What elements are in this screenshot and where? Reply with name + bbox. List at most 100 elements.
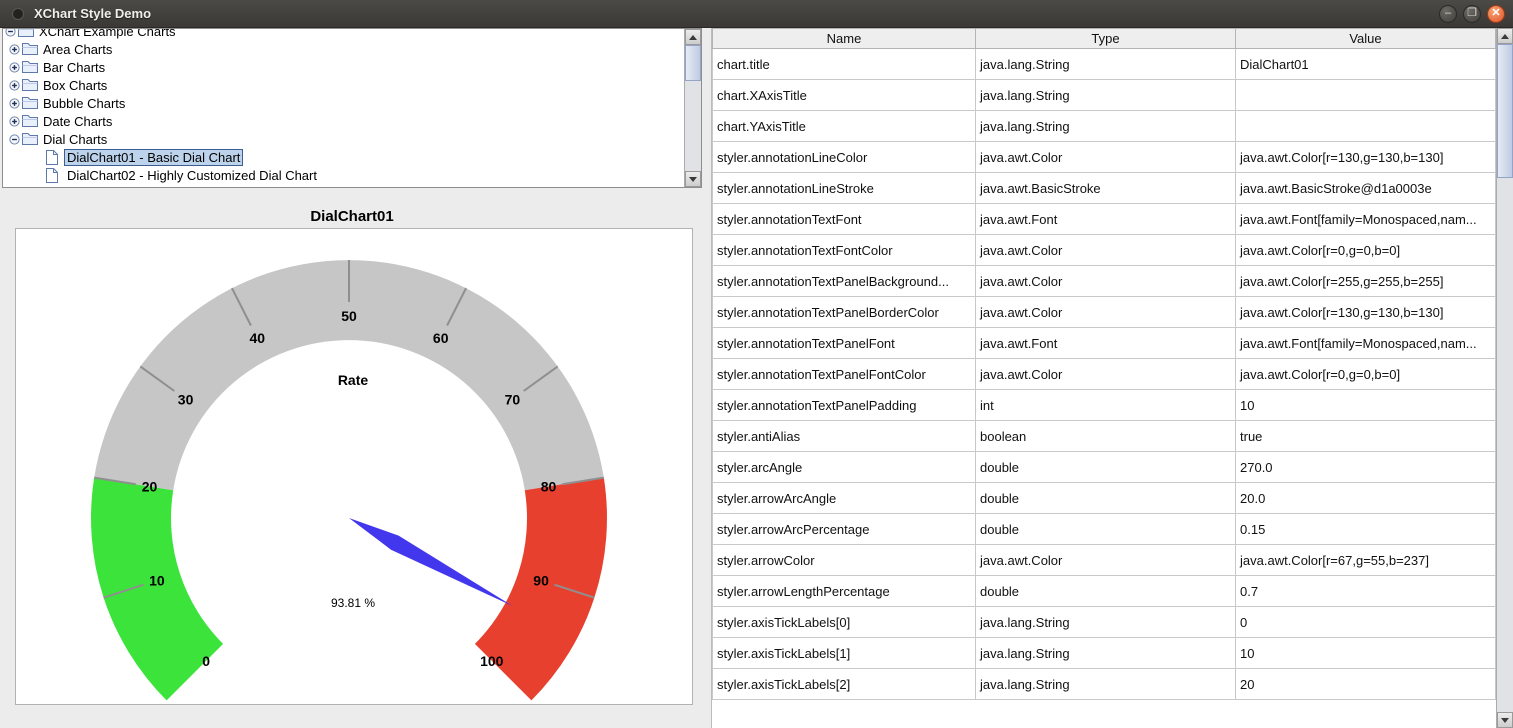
tree-item[interactable]: Bar Charts — [3, 58, 684, 76]
scroll-down-button[interactable] — [1497, 712, 1513, 728]
tree-scrollbar[interactable] — [684, 29, 701, 187]
tree-item[interactable]: XChart Example Charts — [3, 29, 684, 40]
cell-value[interactable]: java.awt.Color[r=255,g=255,b=255] — [1235, 265, 1496, 297]
tree-item[interactable]: DialChart02 - Highly Customized Dial Cha… — [3, 166, 684, 184]
column-header[interactable]: Value — [1235, 28, 1496, 49]
cell-name: styler.annotationTextPanelBackground... — [712, 265, 976, 297]
minimize-button[interactable]: – — [1439, 4, 1457, 23]
cell-value[interactable]: java.awt.Color[r=0,g=0,b=0] — [1235, 358, 1496, 390]
cell-name: styler.antiAlias — [712, 420, 976, 452]
cell-value[interactable] — [1235, 79, 1496, 111]
titlebar[interactable]: XChart Style Demo – ❐ ✕ — [0, 0, 1513, 28]
cell-value[interactable]: 10 — [1235, 389, 1496, 421]
tree-item-label: DialChart02 - Highly Customized Dial Cha… — [67, 167, 317, 183]
table-row[interactable]: chart.title java.lang.String DialChart01 — [712, 48, 1496, 80]
cell-value[interactable]: java.awt.Font[family=Monospaced,nam... — [1235, 203, 1496, 235]
scroll-up-button[interactable] — [1497, 28, 1513, 44]
column-header[interactable]: Name — [712, 28, 976, 49]
cell-name: styler.axisTickLabels[0] — [712, 606, 976, 638]
cell-value[interactable] — [1235, 110, 1496, 142]
scroll-down-button[interactable] — [685, 171, 701, 187]
table-row[interactable]: styler.axisTickLabels[1] java.lang.String… — [712, 637, 1496, 669]
tree-item-label: Bubble Charts — [43, 95, 126, 111]
table-row[interactable]: styler.annotationTextPanelBorderColor jav… — [712, 296, 1496, 328]
table-row[interactable]: styler.annotationLineColor java.awt.Color… — [712, 141, 1496, 173]
expand-handle-icon[interactable] — [9, 43, 22, 55]
table-row[interactable]: styler.antiAlias boolean true — [712, 420, 1496, 452]
table-row[interactable]: styler.arrowArcPercentage double 0.15 — [712, 513, 1496, 545]
table-row[interactable]: styler.annotationTextFontColor java.awt.C… — [712, 234, 1496, 266]
cell-value[interactable]: java.awt.Color[r=130,g=130,b=130] — [1235, 296, 1496, 328]
column-header[interactable]: Type — [975, 28, 1236, 49]
cell-value[interactable]: java.awt.BasicStroke@d1a0003e — [1235, 172, 1496, 204]
tree-item-label: XChart Example Charts — [39, 29, 176, 39]
cell-value[interactable]: 0 — [1235, 606, 1496, 638]
tree-item[interactable]: Area Charts — [3, 40, 684, 58]
table-row[interactable]: styler.axisTickLabels[2] java.lang.String… — [712, 668, 1496, 700]
tree-item[interactable]: Dial Charts — [3, 130, 684, 148]
cell-name: styler.annotationTextFontColor — [712, 234, 976, 266]
close-button[interactable]: ✕ — [1487, 4, 1505, 23]
folder-icon — [22, 96, 40, 110]
cell-value[interactable]: 10 — [1235, 637, 1496, 669]
cell-name: chart.title — [712, 48, 976, 80]
table-row[interactable]: styler.annotationTextFont java.awt.Font ja… — [712, 203, 1496, 235]
scrollbar-thumb[interactable] — [1497, 44, 1513, 178]
split-divider-vertical[interactable] — [702, 28, 711, 728]
table-row[interactable]: styler.arrowLengthPercentage double 0.7 — [712, 575, 1496, 607]
table-row[interactable]: styler.arrowArcAngle double 20.0 — [712, 482, 1496, 514]
maximize-button[interactable]: ❐ — [1463, 4, 1481, 23]
scroll-up-button[interactable] — [685, 29, 701, 45]
cell-name: styler.arrowLengthPercentage — [712, 575, 976, 607]
dial-tick-label: 20 — [142, 478, 158, 494]
cell-type: double — [975, 482, 1236, 514]
table-row[interactable]: styler.arcAngle double 270.0 — [712, 451, 1496, 483]
properties-table-wrap: Name Type Value chart.title java.lang.Strin… — [711, 28, 1496, 728]
cell-value[interactable]: 0.15 — [1235, 513, 1496, 545]
cell-value[interactable]: true — [1235, 420, 1496, 452]
expand-handle-icon[interactable] — [9, 61, 22, 73]
cell-type: java.lang.String — [975, 110, 1236, 142]
table-row[interactable]: styler.annotationTextPanelFontColor java.… — [712, 358, 1496, 390]
table-row[interactable]: styler.annotationLineStroke java.awt.Basi… — [712, 172, 1496, 204]
dial-tick-label: 30 — [178, 391, 194, 407]
collapse-handle-icon[interactable] — [9, 133, 22, 145]
arrow-up-icon — [689, 34, 697, 40]
cell-value[interactable]: DialChart01 — [1235, 48, 1496, 80]
scrollbar-track[interactable] — [685, 45, 701, 171]
tree-item[interactable]: Date Charts — [3, 112, 684, 130]
cell-value[interactable]: java.awt.Color[r=0,g=0,b=0] — [1235, 234, 1496, 266]
cell-value[interactable]: java.awt.Font[family=Monospaced,nam... — [1235, 327, 1496, 359]
table-row[interactable]: styler.annotationTextPanelPadding int 10 — [712, 389, 1496, 421]
scrollbar-thumb[interactable] — [685, 45, 701, 81]
expand-handle-icon[interactable] — [9, 97, 22, 109]
collapse-handle-icon[interactable] — [5, 29, 18, 37]
table-row[interactable]: chart.XAxisTitle java.lang.String — [712, 79, 1496, 111]
main-content: XChart Example Charts Area Charts Bar Char… — [0, 28, 1513, 728]
folder-icon — [22, 42, 40, 56]
cell-type: java.awt.Color — [975, 265, 1236, 297]
tree-item-label: Area Charts — [43, 41, 113, 57]
cell-value[interactable]: 0.7 — [1235, 575, 1496, 607]
table-row[interactable]: styler.annotationTextPanelFont java.awt.F… — [712, 327, 1496, 359]
table-row[interactable]: chart.YAxisTitle java.lang.String — [712, 110, 1496, 142]
dial-label: Rate — [338, 372, 369, 388]
expand-handle-icon[interactable] — [9, 115, 22, 127]
table-row[interactable]: styler.arrowColor java.awt.Color java.awt.… — [712, 544, 1496, 576]
split-divider-horizontal[interactable] — [0, 188, 702, 199]
expand-handle-icon[interactable] — [9, 79, 22, 91]
cell-value[interactable]: 20.0 — [1235, 482, 1496, 514]
tree-item-label: Bar Charts — [43, 59, 106, 75]
arrow-down-icon — [1501, 717, 1509, 723]
cell-value[interactable]: 270.0 — [1235, 451, 1496, 483]
cell-value[interactable]: java.awt.Color[r=130,g=130,b=130] — [1235, 141, 1496, 173]
table-row[interactable]: styler.annotationTextPanelBackground... j… — [712, 265, 1496, 297]
scrollbar-track[interactable] — [1497, 44, 1513, 712]
table-scrollbar[interactable] — [1496, 28, 1513, 728]
tree-item[interactable]: Box Charts — [3, 76, 684, 94]
table-row[interactable]: styler.axisTickLabels[0] java.lang.String… — [712, 606, 1496, 638]
cell-value[interactable]: 20 — [1235, 668, 1496, 700]
tree-item[interactable]: Bubble Charts — [3, 94, 684, 112]
tree-item[interactable]: DialChart01 - Basic Dial Chart — [3, 148, 684, 166]
cell-value[interactable]: java.awt.Color[r=67,g=55,b=237] — [1235, 544, 1496, 576]
